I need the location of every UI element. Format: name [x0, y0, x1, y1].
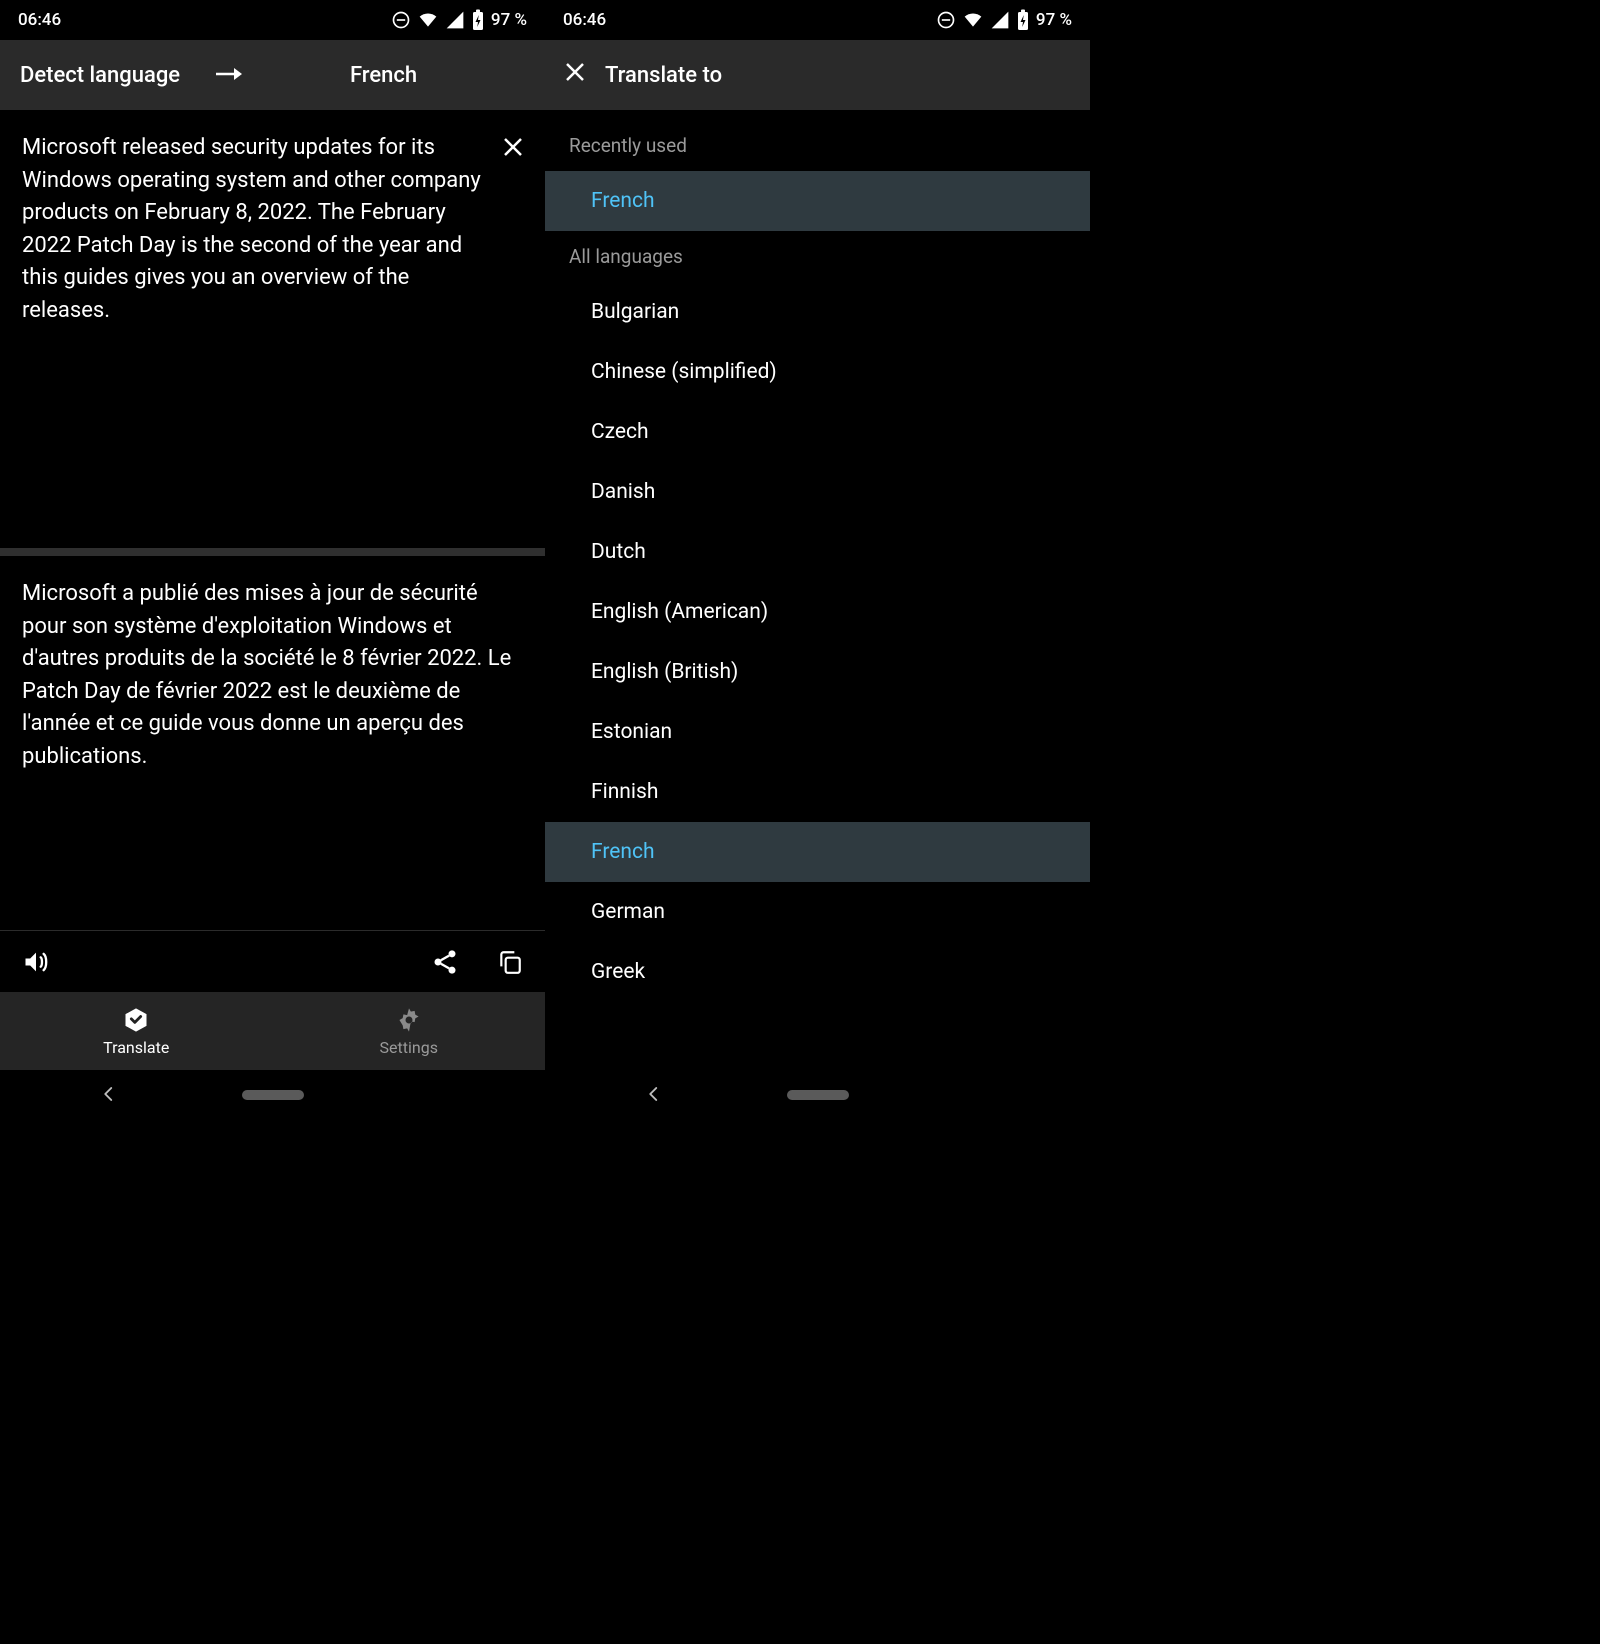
close-button[interactable]	[563, 60, 587, 90]
output-action-row	[0, 930, 545, 992]
status-time: 06:46	[563, 10, 606, 30]
battery-icon	[1016, 9, 1030, 31]
system-back-icon[interactable]	[645, 1081, 663, 1109]
language-option[interactable]: Finnish	[545, 762, 1090, 822]
phone-translate: 06:46 97 % Detect language	[0, 0, 545, 1120]
system-home-pill[interactable]	[242, 1090, 304, 1100]
language-option[interactable]: Chinese (simplified)	[545, 342, 1090, 402]
target-language-button[interactable]: French	[282, 63, 525, 88]
system-home-pill[interactable]	[787, 1090, 849, 1100]
system-nav-bar	[545, 1070, 1090, 1120]
target-text: Microsoft a publié des mises à jour de s…	[22, 581, 511, 769]
source-text: Microsoft released security updates for …	[22, 132, 523, 327]
copy-button[interactable]	[497, 949, 523, 975]
nav-settings-label: Settings	[380, 1038, 438, 1057]
dnd-icon	[391, 10, 411, 30]
phone-language-picker: 06:46 97 % Translate t	[545, 0, 1090, 1120]
language-option[interactable]: German	[545, 882, 1090, 942]
wifi-icon	[417, 10, 439, 30]
pane-divider	[0, 548, 545, 556]
status-battery-pct: 97 %	[491, 10, 527, 30]
nav-translate-label: Translate	[103, 1038, 169, 1057]
picker-title: Translate to	[605, 63, 722, 88]
nav-translate[interactable]: Translate	[0, 992, 273, 1070]
language-option[interactable]: Danish	[545, 462, 1090, 522]
source-text-area[interactable]: Microsoft released security updates for …	[0, 110, 545, 548]
translate-content: Microsoft released security updates for …	[0, 110, 545, 992]
language-option[interactable]: Estonian	[545, 702, 1090, 762]
language-picker-header: Translate to	[545, 40, 1090, 110]
language-option[interactable]: Greek	[545, 942, 1090, 1002]
dnd-icon	[936, 10, 956, 30]
all-languages-label: All languages	[545, 231, 1090, 282]
status-bar: 06:46 97 %	[0, 0, 545, 40]
system-nav-bar	[0, 1070, 545, 1120]
language-option[interactable]: English (British)	[545, 642, 1090, 702]
signal-icon	[445, 10, 465, 30]
language-option[interactable]: Dutch	[545, 522, 1090, 582]
status-icons: 97 %	[936, 9, 1072, 31]
status-bar: 06:46 97 %	[545, 0, 1090, 40]
language-option[interactable]: French	[545, 171, 1090, 231]
nav-settings[interactable]: Settings	[273, 992, 546, 1070]
system-back-icon[interactable]	[100, 1081, 118, 1109]
wifi-icon	[962, 10, 984, 30]
swap-arrow-icon[interactable]	[196, 63, 266, 87]
bottom-nav: Translate Settings	[0, 992, 545, 1070]
recently-used-label: Recently used	[545, 120, 1090, 171]
speak-button[interactable]	[22, 948, 50, 976]
translate-header: Detect language French	[0, 40, 545, 110]
battery-icon	[471, 9, 485, 31]
status-icons: 97 %	[391, 9, 527, 31]
signal-icon	[990, 10, 1010, 30]
language-option[interactable]: Czech	[545, 402, 1090, 462]
target-text-area: Microsoft a publié des mises à jour de s…	[0, 556, 545, 930]
clear-input-button[interactable]	[501, 132, 525, 170]
language-list[interactable]: Recently used French All languages Bulga…	[545, 110, 1090, 1070]
language-option[interactable]: Bulgarian	[545, 282, 1090, 342]
source-language-button[interactable]: Detect language	[20, 63, 180, 88]
language-option[interactable]: French	[545, 822, 1090, 882]
status-time: 06:46	[18, 10, 61, 30]
status-battery-pct: 97 %	[1036, 10, 1072, 30]
language-option[interactable]: English (American)	[545, 582, 1090, 642]
share-button[interactable]	[431, 948, 459, 976]
